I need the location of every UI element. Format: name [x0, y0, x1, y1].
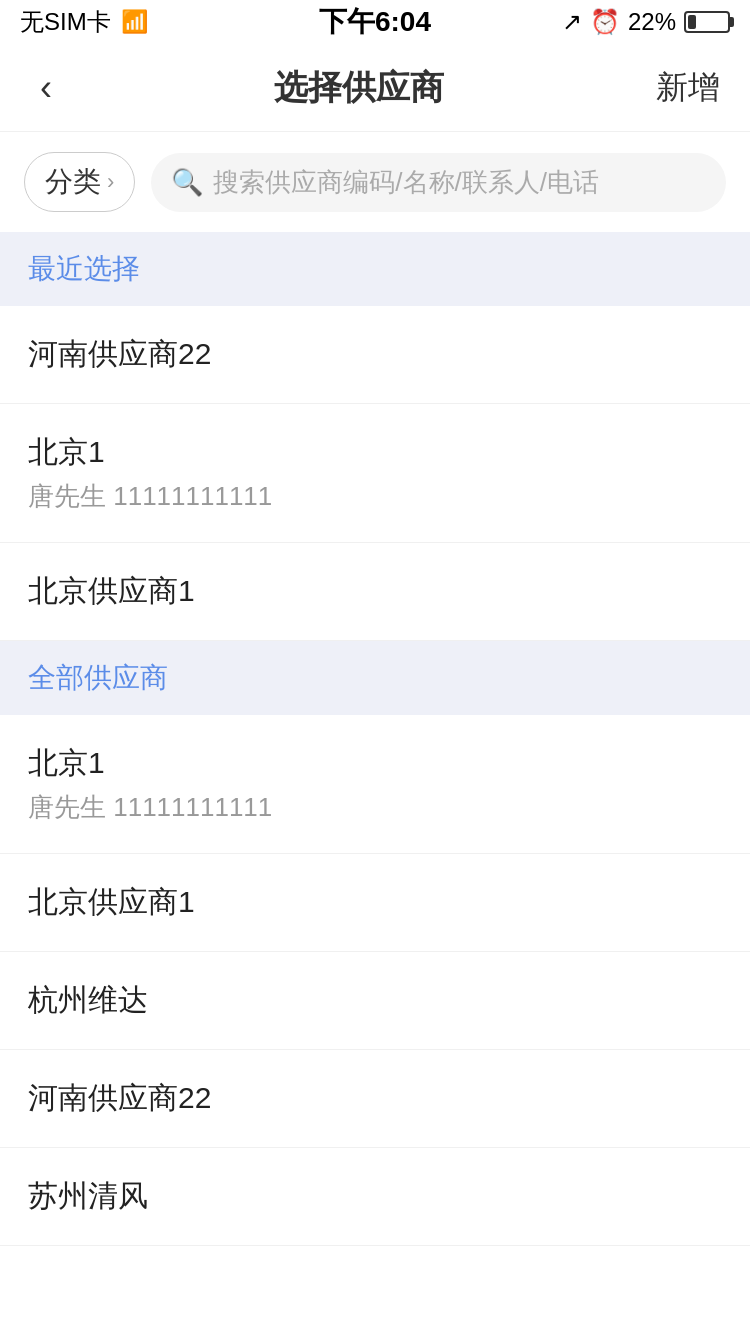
battery-icon: [684, 11, 730, 33]
item-name-recent-0: 河南供应商22: [28, 334, 722, 375]
back-button[interactable]: ‹: [30, 57, 62, 119]
status-left: 无SIM卡 📶: [20, 6, 148, 38]
section-header-text-all: 全部供应商: [28, 662, 168, 693]
item-name-recent-1: 北京1: [28, 432, 722, 473]
section-header-recent: 最近选择: [0, 232, 750, 306]
item-sub-recent-1: 唐先生 11111111111: [28, 479, 722, 514]
navigation-bar: ‹ 选择供应商 新增: [0, 44, 750, 132]
item-name-all-3: 河南供应商22: [28, 1078, 722, 1119]
item-name-all-4: 苏州清风: [28, 1176, 722, 1217]
list-item-recent-2[interactable]: 北京供应商1: [0, 543, 750, 641]
supplier-list: 最近选择河南供应商22 北京1 唐先生 11111111111 北京供应商1 全部供应商…: [0, 232, 750, 1246]
search-placeholder: 搜索供应商编码/名称/联系人/电话: [213, 165, 599, 200]
category-button[interactable]: 分类 ›: [24, 152, 135, 212]
item-name-recent-2: 北京供应商1: [28, 571, 722, 612]
chevron-right-icon: ›: [107, 169, 114, 195]
category-label: 分类: [45, 163, 101, 201]
filter-bar: 分类 › 🔍 搜索供应商编码/名称/联系人/电话: [0, 132, 750, 232]
section-header-text-recent: 最近选择: [28, 253, 140, 284]
list-item-all-2[interactable]: 杭州维达: [0, 952, 750, 1050]
alarm-icon: ⏰: [590, 8, 620, 36]
status-time: 下午6:04: [319, 3, 431, 41]
wifi-icon: 📶: [121, 9, 148, 35]
list-item-all-4[interactable]: 苏州清风: [0, 1148, 750, 1246]
search-icon: 🔍: [171, 167, 203, 198]
add-button[interactable]: 新增: [656, 66, 720, 110]
list-item-recent-0[interactable]: 河南供应商22: [0, 306, 750, 404]
status-right: ↗ ⏰ 22%: [562, 8, 730, 36]
search-box[interactable]: 🔍 搜索供应商编码/名称/联系人/电话: [151, 153, 726, 212]
item-sub-all-0: 唐先生 11111111111: [28, 790, 722, 825]
list-item-recent-1[interactable]: 北京1 唐先生 11111111111: [0, 404, 750, 543]
item-name-all-1: 北京供应商1: [28, 882, 722, 923]
list-item-all-3[interactable]: 河南供应商22: [0, 1050, 750, 1148]
list-item-all-1[interactable]: 北京供应商1: [0, 854, 750, 952]
section-header-all: 全部供应商: [0, 641, 750, 715]
item-name-all-2: 杭州维达: [28, 980, 722, 1021]
location-icon: ↗: [562, 8, 582, 36]
status-bar: 无SIM卡 📶 下午6:04 ↗ ⏰ 22%: [0, 0, 750, 44]
list-item-all-0[interactable]: 北京1 唐先生 11111111111: [0, 715, 750, 854]
battery-percent: 22%: [628, 8, 676, 36]
item-name-all-0: 北京1: [28, 743, 722, 784]
page-title: 选择供应商: [274, 65, 444, 111]
no-sim-text: 无SIM卡: [20, 6, 111, 38]
